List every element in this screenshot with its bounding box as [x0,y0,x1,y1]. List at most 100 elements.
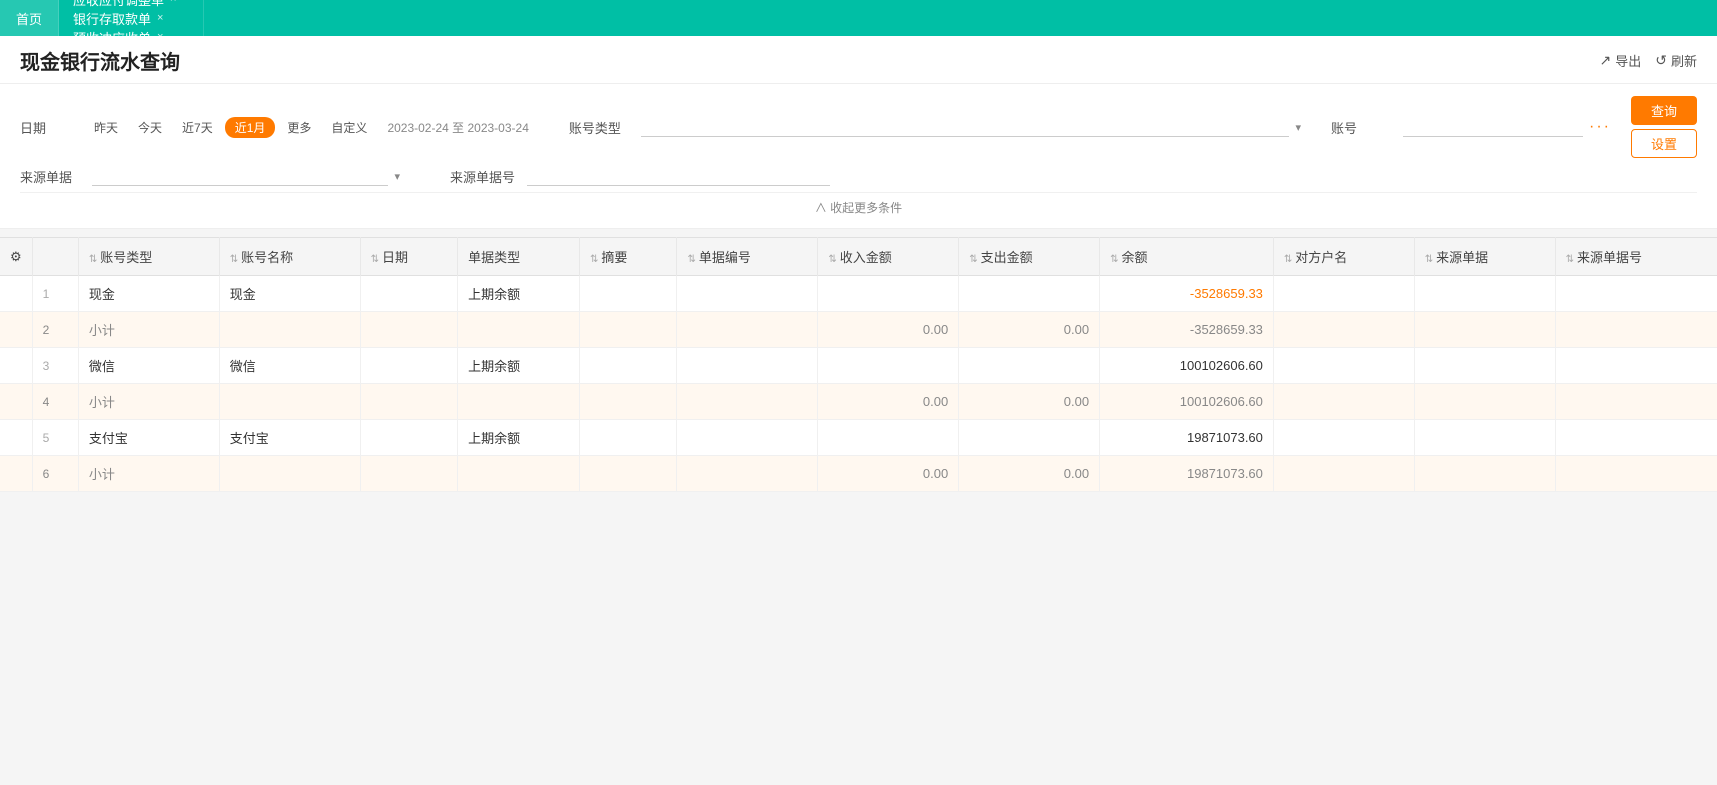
row-balance: 100102606.60 [1100,384,1274,420]
header-bar: 现金银行流水查询 ↗ 导出 ↺ 刷新 [0,36,1717,84]
row-date [360,420,457,456]
table-row: 3 微信 微信 上期余额 100102606.60 [0,348,1717,384]
row-seq: 1 [32,276,78,312]
date-btn[interactable]: 今天 [130,117,170,138]
table-row: 5 支付宝 支付宝 上期余额 19871073.60 [0,420,1717,456]
th-date[interactable]: 日期 [360,238,457,276]
export-label: 导出 [1615,51,1641,70]
row-counterparty [1273,312,1414,348]
refresh-icon: ↺ [1655,52,1667,69]
date-btn[interactable]: 更多 [279,117,319,138]
row-doc-type [458,384,580,420]
refresh-button[interactable]: ↺ 刷新 [1655,51,1697,70]
row-gear[interactable] [0,348,32,384]
th-counterparty[interactable]: 对方户名 [1273,238,1414,276]
row-source-doc-no [1555,276,1717,312]
row-summary [579,456,676,492]
close-tab-icon[interactable]: × [170,0,176,5]
row-expense: 0.00 [959,312,1100,348]
row-date [360,456,457,492]
row-account-type: 支付宝 [78,420,219,456]
row-source-doc-no [1555,384,1717,420]
row-doc-type [458,456,580,492]
row-account-name [219,384,360,420]
filter-row-1: 日期 昨天今天近7天近1月更多自定义 2023-02-24 至 2023-03-… [20,96,1697,158]
date-btn[interactable]: 自定义 [323,117,375,138]
source-doc-field: 来源单据 ▾ [20,166,400,186]
query-button[interactable]: 查询 [1631,96,1697,125]
th-source-doc[interactable]: 来源单据 [1414,238,1555,276]
settings-button[interactable]: 设置 [1631,129,1697,158]
th-summary[interactable]: 摘要 [579,238,676,276]
row-doc-no [677,312,818,348]
row-source-doc [1414,312,1555,348]
row-gear[interactable] [0,276,32,312]
nav-home[interactable]: 首页 [0,0,59,36]
close-tab-icon[interactable]: × [157,12,163,24]
row-balance: 19871073.60 [1100,456,1274,492]
nav-tab-label: 应收应付调整单 [73,0,164,9]
th-account-type[interactable]: 账号类型 [78,238,219,276]
nav-tabs-container: 收款单×付款单×其他收入单×应收应付调整单×银行存取款单×预收冲应收单×收款核销… [59,0,204,36]
th-balance[interactable]: 余额 [1100,238,1274,276]
th-income[interactable]: 收入金额 [818,238,959,276]
account-input[interactable] [1403,117,1583,137]
date-label: 日期 [20,118,80,137]
account-field: 账号 ··· [1331,117,1611,137]
row-counterparty [1273,456,1414,492]
row-source-doc-no [1555,420,1717,456]
source-doc-input[interactable] [92,166,388,186]
row-account-name: 微信 [219,348,360,384]
row-account-type: 小计 [78,312,219,348]
row-source-doc [1414,420,1555,456]
row-summary [579,312,676,348]
row-gear[interactable] [0,312,32,348]
th-expense[interactable]: 支出金额 [959,238,1100,276]
row-gear[interactable] [0,456,32,492]
top-nav: 首页 收款单×付款单×其他收入单×应收应付调整单×银行存取款单×预收冲应收单×收… [0,0,1717,36]
source-doc-num-input[interactable] [527,166,830,186]
date-options: 昨天今天近7天近1月更多自定义 [86,117,375,138]
row-date [360,312,457,348]
th-doc-no[interactable]: 单据编号 [677,238,818,276]
th-gear[interactable]: ⚙ [0,238,32,276]
table-row: 4 小计 0.00 0.00 100102606.60 [0,384,1717,420]
close-tab-icon[interactable]: × [157,31,163,36]
account-label: 账号 [1331,118,1391,137]
th-source-doc-no[interactable]: 来源单据号 [1555,238,1717,276]
account-type-input[interactable] [641,117,1290,137]
collapse-bar[interactable]: ∧ 收起更多条件 [20,192,1697,220]
row-seq: 2 [32,312,78,348]
row-expense: 0.00 [959,456,1100,492]
row-gear[interactable] [0,420,32,456]
export-button[interactable]: ↗ 导出 [1600,51,1642,70]
row-expense: 0.00 [959,384,1100,420]
date-btn[interactable]: 近7天 [174,117,221,138]
nav-tab[interactable]: 预收冲应收单× [59,28,204,37]
row-expense [959,420,1100,456]
nav-tab[interactable]: 银行存取款单× [59,9,204,28]
row-summary [579,276,676,312]
filter-row-2: 来源单据 ▾ 来源单据号 [20,166,1697,186]
filter-area: 日期 昨天今天近7天近1月更多自定义 2023-02-24 至 2023-03-… [0,84,1717,229]
export-icon: ↗ [1600,52,1612,69]
row-counterparty [1273,420,1414,456]
nav-tab[interactable]: 应收应付调整单 × [59,0,204,9]
row-source-doc-no [1555,348,1717,384]
date-btn[interactable]: 近1月 [225,117,276,138]
row-account-type: 小计 [78,456,219,492]
row-gear[interactable] [0,384,32,420]
row-expense [959,348,1100,384]
row-summary [579,348,676,384]
row-account-name [219,312,360,348]
account-ellipsis-button[interactable]: ··· [1589,118,1611,136]
row-doc-no [677,348,818,384]
row-summary [579,420,676,456]
table-row: 6 小计 0.00 0.00 19871073.60 [0,456,1717,492]
row-seq: 4 [32,384,78,420]
th-account-name[interactable]: 账号名称 [219,238,360,276]
row-doc-type: 上期余额 [458,276,580,312]
row-doc-type [458,312,580,348]
date-btn[interactable]: 昨天 [86,117,126,138]
row-doc-no [677,384,818,420]
